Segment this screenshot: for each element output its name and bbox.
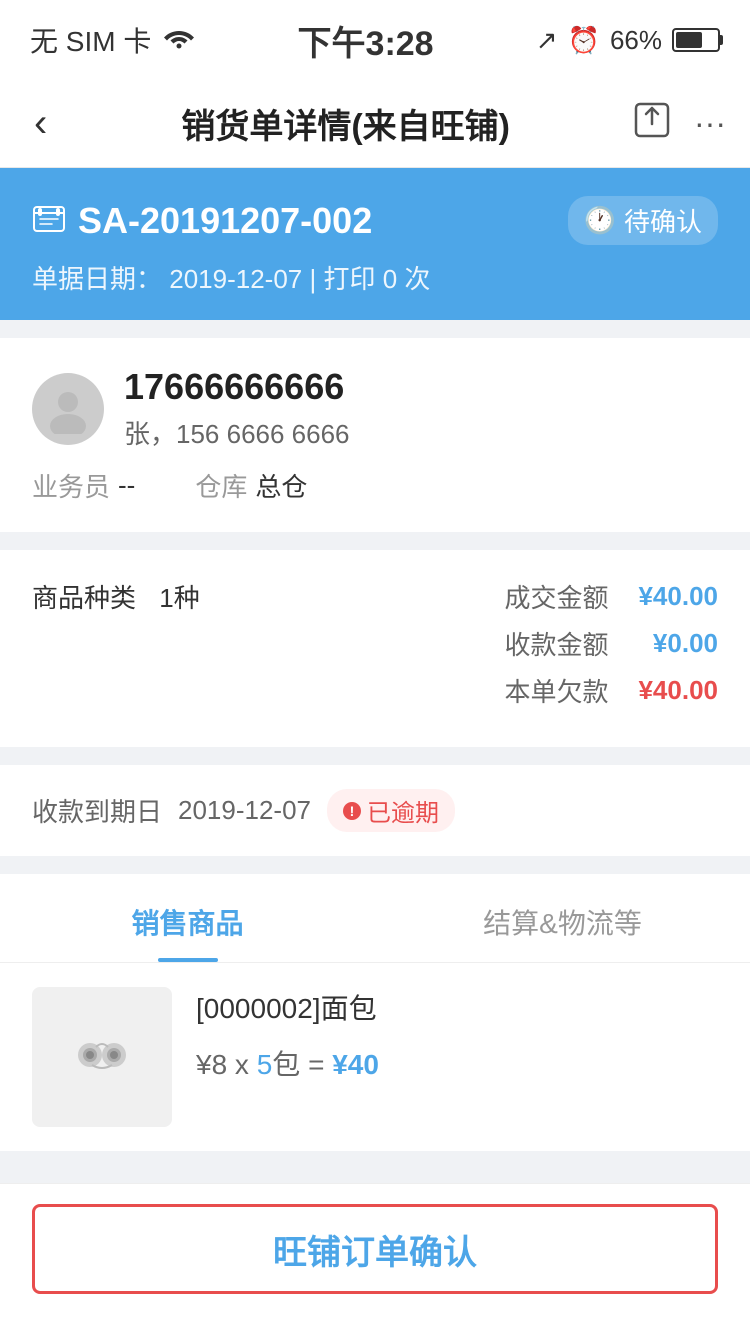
deal-amount-label: 成交金额 [504,578,608,615]
status-left: 无 SIM 卡 [30,20,195,60]
product-total: ¥40 [332,1049,379,1080]
summary-section: 商品种类 1种 成交金额 ¥40.00 收款金额 ¥0.00 本单欠款 ¥40.… [0,550,750,747]
tabs-row: 销售商品 结算&物流等 [0,874,750,963]
confirm-order-button[interactable]: 旺铺订单确认 [32,1204,718,1294]
tab-settlement-logistics[interactable]: 结算&物流等 [375,874,750,962]
more-icon[interactable]: ··· [694,105,726,142]
status-bar: 无 SIM 卡 下午3:28 ↗ ⏰ 66% [0,0,750,80]
summary-content: 商品种类 1种 成交金额 ¥40.00 收款金额 ¥0.00 本单欠款 ¥40.… [0,550,750,747]
deal-amount-value: ¥40.00 [638,581,718,612]
warehouse-label: 仓库 [195,467,247,504]
order-id: SA-20191207-002 [32,200,372,242]
warehouse-item: 仓库 总仓 [195,467,307,504]
wifi-icon [163,24,195,56]
order-icon [32,200,66,242]
overdue-badge: ! 已逾期 [327,789,455,832]
customer-meta: 业务员 -- 仓库 总仓 [32,467,718,504]
product-image [32,987,172,1127]
product-type-row: 商品种类 1种 [32,578,200,615]
overdue-text: 已逾期 [367,793,439,828]
received-amount-label: 收款金额 [504,625,608,662]
summary-right: 成交金额 ¥40.00 收款金额 ¥0.00 本单欠款 ¥40.00 [504,578,718,719]
tabs-section: 销售商品 结算&物流等 [0,874,750,1151]
deal-amount-row: 成交金额 ¥40.00 [504,578,718,615]
summary-left: 商品种类 1种 [32,578,200,623]
avatar [32,373,104,445]
order-header-banner: SA-20191207-002 🕐 待确认 单据日期： 2019-12-07 |… [0,168,750,320]
product-qty: 5 [257,1049,273,1080]
customer-phone: 17666666666 [124,366,350,408]
overdue-dot-icon: ! [343,802,361,820]
warehouse-value: 总仓 [255,467,307,504]
salesperson-label: 业务员 [32,467,110,504]
customer-row: 17666666666 张，156 6666 6666 [32,366,718,451]
order-id-row: SA-20191207-002 🕐 待确认 [32,196,718,245]
tab-sales-products[interactable]: 销售商品 [0,874,375,962]
due-date-label: 收款到期日 [32,792,162,829]
product-item: [0000002]面包 ¥8 x 5包 = ¥40 [32,987,718,1127]
nav-bar: ‹ 销货单详情(来自旺铺) ··· [0,80,750,168]
owed-amount-row: 本单欠款 ¥40.00 [504,672,718,709]
received-amount-row: 收款金额 ¥0.00 [504,625,718,662]
received-amount-value: ¥0.00 [653,628,718,659]
page-title: 销货单详情(来自旺铺) [181,99,510,148]
due-date-section: 收款到期日 2019-12-07 ! 已逾期 [0,765,750,856]
customer-info: 17666666666 张，156 6666 6666 [124,366,350,451]
back-button[interactable]: ‹ [24,91,57,156]
customer-name: 张，156 6666 6666 [124,414,350,451]
battery-percentage: 66% [610,25,662,56]
product-name: [0000002]面包 [196,987,718,1027]
order-status-badge: 🕐 待确认 [568,196,718,245]
customer-section: 17666666666 张，156 6666 6666 业务员 -- 仓库 总仓 [0,338,750,532]
nav-actions: ··· [634,102,726,146]
product-info: [0000002]面包 ¥8 x 5包 = ¥40 [196,987,718,1083]
owed-amount-value: ¥40.00 [638,675,718,706]
owed-amount-label: 本单欠款 [504,672,608,709]
product-list: [0000002]面包 ¥8 x 5包 = ¥40 [0,963,750,1151]
alarm-icon: ⏰ [568,25,600,56]
battery-icon [672,28,720,52]
status-time: 下午3:28 [298,16,434,65]
product-price: ¥8 x 5包 = ¥40 [196,1043,718,1083]
bottom-bar: 旺铺订单确认 [0,1183,750,1334]
carrier-text: 无 SIM 卡 [30,20,151,60]
due-date-value: 2019-12-07 [178,795,311,826]
salesperson-value: -- [118,470,135,501]
share-icon[interactable] [634,102,670,146]
clock-icon: 🕐 [584,205,616,236]
salesperson-item: 业务员 -- [32,467,135,504]
location-icon: ↗ [536,25,558,56]
order-date: 单据日期： 2019-12-07 | 打印 0 次 [32,259,718,296]
status-right: ↗ ⏰ 66% [536,25,720,56]
